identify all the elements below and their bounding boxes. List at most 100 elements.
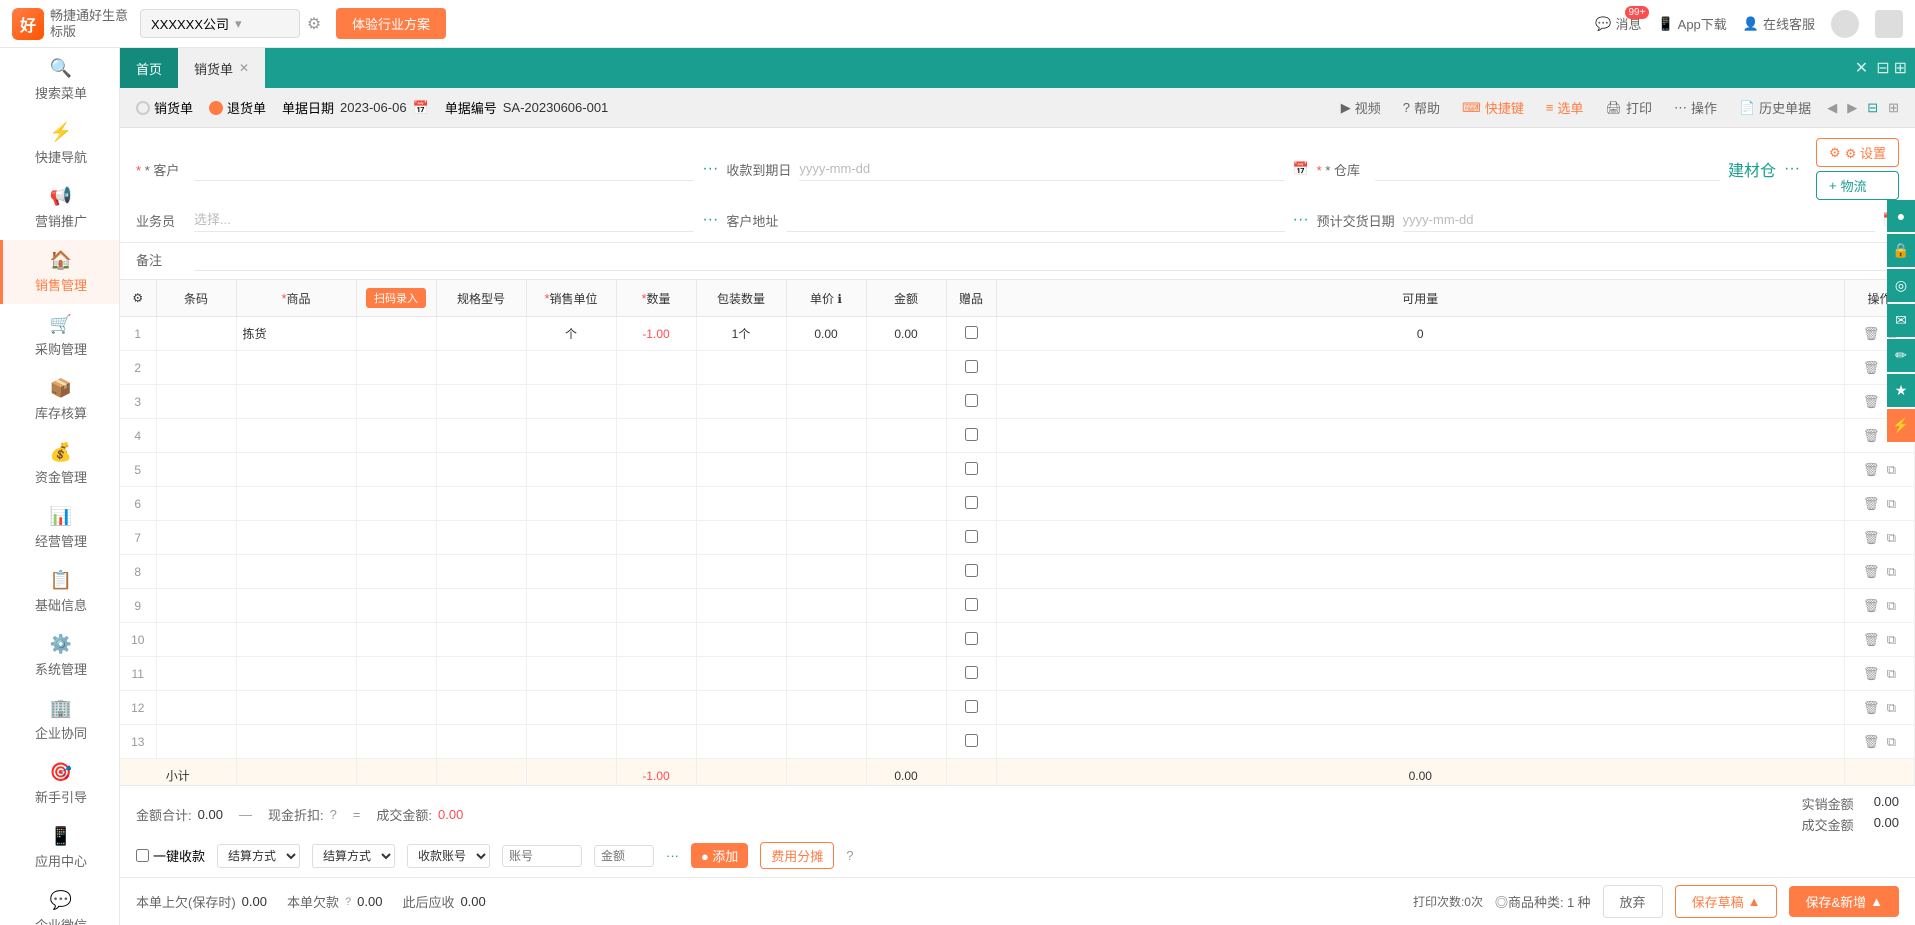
history-btn[interactable]: 📄 历史单据 <box>1733 96 1817 119</box>
delete-icon[interactable]: 🗑 <box>1863 462 1880 477</box>
help-btn[interactable]: ? 帮助 <box>1397 96 1446 119</box>
sidebar-item-basic-info[interactable]: 📋 基础信息 <box>0 560 119 624</box>
row-quantity-12[interactable] <box>616 725 696 759</box>
row-quantity-2[interactable] <box>616 385 696 419</box>
float-btn-7[interactable]: ⚡ <box>1887 409 1915 442</box>
tab-home[interactable]: 首页 <box>120 48 178 88</box>
row-quantity-1[interactable] <box>616 351 696 385</box>
row-barcode-3[interactable] <box>156 419 236 453</box>
sidebar-item-quick-nav[interactable]: ⚡ 快捷导航 <box>0 112 119 176</box>
float-btn-1[interactable]: ● <box>1887 200 1915 232</box>
account-number-input[interactable] <box>502 845 582 867</box>
nav-prev-icon[interactable]: ◀ <box>1827 100 1837 116</box>
row-unit-0[interactable]: 个 <box>526 317 616 351</box>
row-amount-10[interactable] <box>866 657 946 691</box>
row-unit-price-12[interactable] <box>786 725 866 759</box>
copy-icon[interactable]: ⧉ <box>1887 632 1896 647</box>
float-btn-6[interactable]: ★ <box>1887 374 1915 407</box>
delete-icon[interactable]: 🗑 <box>1863 394 1880 409</box>
sidebar-item-beginner[interactable]: 🎯 新手引导 <box>0 752 119 816</box>
one-click-checkbox-input[interactable] <box>136 849 149 862</box>
question-icon-2[interactable]: ? <box>345 896 351 908</box>
grid-view-icon[interactable]: ⊟ <box>1867 100 1878 116</box>
row-quantity-9[interactable] <box>616 623 696 657</box>
return-order-radio[interactable]: 退货单 <box>209 98 266 117</box>
row-quantity-8[interactable] <box>616 589 696 623</box>
row-amount-12[interactable] <box>866 725 946 759</box>
row-spec-5[interactable] <box>436 487 526 521</box>
shortcut-btn[interactable]: ⌨ 快捷键 <box>1456 96 1530 119</box>
row-unit-1[interactable] <box>526 351 616 385</box>
row-gift-7[interactable] <box>946 555 996 589</box>
row-gift-8[interactable] <box>946 589 996 623</box>
table-view-icon[interactable]: ⊞ <box>1888 100 1899 116</box>
row-pkg-qty-12[interactable] <box>696 725 786 759</box>
sidebar-item-inventory[interactable]: 📦 库存核算 <box>0 368 119 432</box>
avatar[interactable] <box>1831 10 1859 38</box>
calendar-icon[interactable]: 📅 <box>413 100 429 116</box>
warehouse-more-btn[interactable]: ··· <box>1784 160 1800 178</box>
row-unit-price-3[interactable] <box>786 419 866 453</box>
delete-icon[interactable]: 🗑 <box>1863 700 1880 715</box>
row-quantity-4[interactable] <box>616 453 696 487</box>
select-order-btn[interactable]: ≡ 选单 <box>1540 96 1590 119</box>
sidebar-item-sales[interactable]: 🏠 销售管理 <box>0 240 119 304</box>
close-panel-icon[interactable]: ✕ <box>1855 58 1868 78</box>
question-icon[interactable]: ? <box>330 807 337 822</box>
row-pkg-qty-5[interactable] <box>696 487 786 521</box>
tab-sales-order[interactable]: 销货单 ✕ <box>178 48 265 88</box>
row-barcode-6[interactable] <box>156 521 236 555</box>
expected-delivery-input[interactable] <box>1403 208 1875 232</box>
row-gift-12[interactable] <box>946 725 996 759</box>
float-btn-2[interactable]: 🔒 <box>1887 234 1915 267</box>
row-quantity-10[interactable] <box>616 657 696 691</box>
sidebar-item-search[interactable]: 🔍 搜索菜单 <box>0 48 119 112</box>
sidebar-item-finance[interactable]: 💰 资金管理 <box>0 432 119 496</box>
float-btn-5[interactable]: ✏ <box>1887 339 1915 372</box>
row-gift-6[interactable] <box>946 521 996 555</box>
row-spec-4[interactable] <box>436 453 526 487</box>
row-spec-12[interactable] <box>436 725 526 759</box>
row-barcode-10[interactable] <box>156 657 236 691</box>
sales-order-radio[interactable]: 销货单 <box>136 98 193 117</box>
row-amount-6[interactable] <box>866 521 946 555</box>
row-barcode-4[interactable] <box>156 453 236 487</box>
row-quantity-6[interactable] <box>616 521 696 555</box>
row-amount-8[interactable] <box>866 589 946 623</box>
delete-icon[interactable]: 🗑 <box>1863 734 1880 749</box>
delete-icon[interactable]: 🗑 <box>1863 326 1880 341</box>
settlement-method-select[interactable]: 结算方式 <box>217 844 300 868</box>
delete-icon[interactable]: 🗑 <box>1863 428 1880 443</box>
row-pkg-qty-11[interactable] <box>696 691 786 725</box>
remarks-input[interactable] <box>194 247 1899 271</box>
scan-btn[interactable]: 扫码录入 <box>366 288 426 308</box>
row-pkg-qty-9[interactable] <box>696 623 786 657</box>
row-spec-6[interactable] <box>436 521 526 555</box>
row-barcode-1[interactable] <box>156 351 236 385</box>
row-barcode-11[interactable] <box>156 691 236 725</box>
amount-input[interactable] <box>594 845 654 867</box>
row-unit-5[interactable] <box>526 487 616 521</box>
row-unit-7[interactable] <box>526 555 616 589</box>
settlement-sub-select[interactable]: 结算方式 <box>312 844 395 868</box>
row-unit-2[interactable] <box>526 385 616 419</box>
amount-dots-btn[interactable]: ··· <box>666 848 679 863</box>
layout-icon-1[interactable]: ⊟ <box>1876 58 1889 78</box>
row-unit-12[interactable] <box>526 725 616 759</box>
save-new-button[interactable]: 保存&新增 ▲ <box>1789 886 1899 917</box>
sidebar-item-enterprise[interactable]: 🏢 企业协同 <box>0 688 119 752</box>
account-select[interactable]: 收款账号 <box>407 844 490 868</box>
address-dots-btn[interactable]: ··· <box>1293 211 1309 229</box>
row-barcode-2[interactable] <box>156 385 236 419</box>
row-amount-4[interactable] <box>866 453 946 487</box>
row-unit-10[interactable] <box>526 657 616 691</box>
receivable-cal-icon[interactable]: 📅 <box>1292 161 1308 177</box>
salesperson-input[interactable] <box>194 208 694 232</box>
row-spec-1[interactable] <box>436 351 526 385</box>
row-spec-7[interactable] <box>436 555 526 589</box>
online-service-button[interactable]: 👤 在线客服 <box>1743 14 1815 33</box>
row-unit-8[interactable] <box>526 589 616 623</box>
copy-icon[interactable]: ⧉ <box>1887 700 1896 715</box>
sidebar-item-purchase[interactable]: 🛒 采购管理 <box>0 304 119 368</box>
row-pkg-qty-7[interactable] <box>696 555 786 589</box>
